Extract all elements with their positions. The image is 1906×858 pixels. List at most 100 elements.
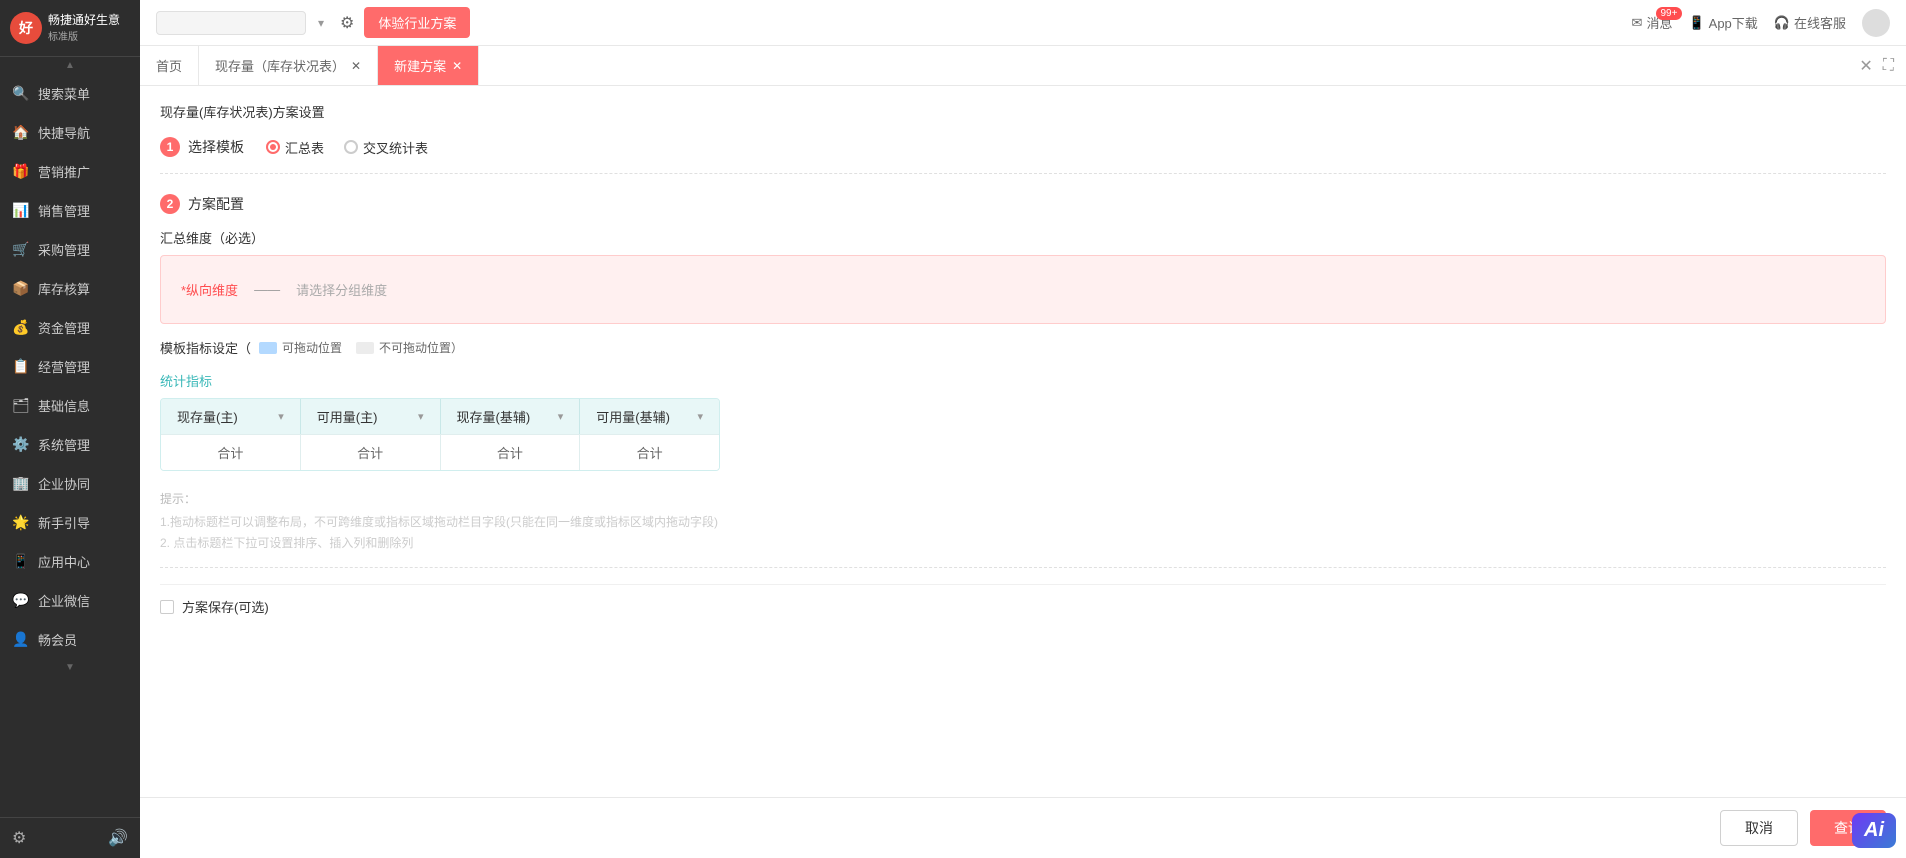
topbar-gear-icon[interactable]: ⚙ [340, 13, 354, 33]
sidebar: 好 畅捷通好生意 标准版 ▲ 🔍 搜索菜单 🏠 快捷导航 🎁 营销推广 📊 销售… [0, 0, 140, 858]
sidebar-item-inventory[interactable]: 📦 库存核算 [0, 269, 140, 308]
headset-icon: 🎧 [1774, 15, 1790, 31]
sidebar-item-marketing[interactable]: 🎁 营销推广 [0, 152, 140, 191]
dimension-required-label: *纵向维度 [181, 280, 238, 299]
dimension-section-label: 汇总维度（必选） [160, 228, 1886, 247]
dimension-placeholder: 请选择分组维度 [296, 280, 387, 299]
chart-icon: 📊 [12, 202, 30, 220]
app-download-button[interactable]: 📱 App下载 [1688, 13, 1757, 32]
sidebar-item-system[interactable]: ⚙️ 系统管理 [0, 425, 140, 464]
search-icon: 🔍 [12, 85, 30, 103]
tabbar-actions: ✕ ⛶ [1847, 46, 1906, 85]
col2-chevron-icon[interactable]: ▾ [558, 410, 564, 423]
settings-icon[interactable]: ⚙ [12, 828, 26, 848]
gift-icon: 🎁 [12, 163, 30, 181]
sidebar-scroll-up[interactable]: ▲ [0, 57, 140, 74]
topbar-right: ✉ 消息 99+ 📱 App下载 🎧 在线客服 [1632, 9, 1890, 37]
radio-summary[interactable]: 汇总表 [266, 138, 324, 157]
tab-home[interactable]: 首页 [140, 46, 199, 85]
box-icon: 📦 [12, 280, 30, 298]
step2-header: 2 方案配置 [160, 194, 1886, 214]
dimension-dash: —— [254, 282, 280, 297]
close-panel-icon[interactable]: ✕ [1859, 56, 1872, 76]
stats-col-0[interactable]: 现存量(主) ▾ [161, 399, 301, 434]
topbar-search-input[interactable] [156, 11, 306, 35]
sidebar-item-newguide[interactable]: 🌟 新手引导 [0, 503, 140, 542]
indicator-settings: 模板指标设定（ 可拖动位置 不可拖动位置） [160, 338, 1886, 357]
dimension-section: 汇总维度（必选） *纵向维度 —— 请选择分组维度 [160, 228, 1886, 324]
building-icon: 🏢 [12, 475, 30, 493]
save-option: 方案保存(可选) [160, 584, 1886, 628]
content-area: 现存量(库存状况表)方案设置 1 选择模板 汇总表 交叉统计表 [140, 86, 1906, 797]
step1-number: 1 [160, 137, 180, 157]
tips-title: 提示： [160, 490, 1886, 507]
tips-section: 提示： 1.拖动标题栏可以调整布局，不可跨维度或指标区域拖动栏目字段(只能在同一… [160, 490, 1886, 551]
tab-new-plan-close-icon[interactable]: ✕ [452, 59, 462, 73]
sidebar-item-enterprise[interactable]: 🏢 企业协同 [0, 464, 140, 503]
sound-icon[interactable]: 🔊 [108, 828, 128, 848]
step1-title: 选择模板 [188, 137, 244, 157]
stats-col-3[interactable]: 可用量(基辅) ▾ [580, 399, 719, 434]
dimension-box[interactable]: *纵向维度 —— 请选择分组维度 [160, 255, 1886, 324]
col3-chevron-icon[interactable]: ▾ [697, 410, 703, 423]
step1-section: 1 选择模板 汇总表 交叉统计表 [160, 137, 1886, 174]
app-logo: 好 畅捷通好生意 标准版 [0, 0, 140, 57]
stats-data-row: 合计 合计 合计 合计 [161, 434, 719, 470]
sidebar-item-business[interactable]: 📋 经营管理 [0, 347, 140, 386]
tab-inventory-close-icon[interactable]: ✕ [351, 59, 361, 73]
stats-cell-1: 合计 [301, 435, 441, 470]
save-label: 方案保存(可选) [182, 597, 269, 616]
sidebar-item-purchase[interactable]: 🛒 采购管理 [0, 230, 140, 269]
sidebar-scroll-down[interactable]: ▼ [0, 659, 140, 676]
cart-icon: 🛒 [12, 241, 30, 259]
stats-col-2[interactable]: 现存量(基辅) ▾ [441, 399, 581, 434]
stats-cell-0: 合计 [161, 435, 301, 470]
sidebar-item-finance[interactable]: 💰 资金管理 [0, 308, 140, 347]
radio-cross-dot [344, 140, 358, 154]
stats-header-row: 现存量(主) ▾ 可用量(主) ▾ 现存量(基辅) ▾ [161, 399, 719, 434]
sidebar-item-member[interactable]: 👤 畅会员 [0, 620, 140, 659]
stats-col-1[interactable]: 可用量(主) ▾ [301, 399, 441, 434]
expand-icon[interactable]: ⛶ [1883, 57, 1894, 75]
sidebar-item-quicknav[interactable]: 🏠 快捷导航 [0, 113, 140, 152]
radio-summary-dot [266, 140, 280, 154]
user-icon: 👤 [12, 631, 30, 649]
user-avatar[interactable] [1862, 9, 1890, 37]
sidebar-item-sales[interactable]: 📊 销售管理 [0, 191, 140, 230]
step1-header: 1 选择模板 汇总表 交叉统计表 [160, 137, 1886, 157]
step1-divider [160, 173, 1886, 174]
topbar-chevron-icon[interactable]: ▾ [318, 16, 324, 30]
home-icon: 🏠 [12, 124, 30, 142]
cancel-button[interactable]: 取消 [1720, 810, 1798, 846]
radio-cross[interactable]: 交叉统计表 [344, 138, 428, 157]
sidebar-item-basic[interactable]: 🗂 基础信息 [0, 386, 140, 425]
sidebar-bottom: ⚙ 🔊 [0, 817, 140, 858]
col1-chevron-icon[interactable]: ▾ [418, 410, 424, 423]
stats-cell-3: 合计 [580, 435, 719, 470]
trial-industry-button[interactable]: 体验行业方案 [364, 7, 470, 38]
stats-table: 现存量(主) ▾ 可用量(主) ▾ 现存量(基辅) ▾ [160, 398, 720, 471]
step2-section: 2 方案配置 汇总维度（必选） *纵向维度 —— 请选择分组维度 模板指标设定（ [160, 194, 1886, 628]
message-badge: 99+ [1656, 7, 1683, 20]
ai-badge[interactable]: Ai [1852, 813, 1896, 848]
online-service-button[interactable]: 🎧 在线客服 [1774, 13, 1846, 32]
stats-label: 统计指标 [160, 371, 1886, 390]
step2-divider [160, 567, 1886, 568]
sidebar-item-wechat[interactable]: 💬 企业微信 [0, 581, 140, 620]
phone-icon: 📱 [1688, 15, 1704, 31]
sidebar-item-appcenter[interactable]: 📱 应用中心 [0, 542, 140, 581]
footer: 取消 查询 [140, 797, 1906, 858]
sidebar-item-search[interactable]: 🔍 搜索菜单 [0, 74, 140, 113]
legend-draggable: 可拖动位置 [259, 339, 342, 356]
tab-inventory-status[interactable]: 现存量（库存状况表） ✕ [199, 46, 378, 85]
chat-icon: 💬 [12, 592, 30, 610]
tabbar: 首页 现存量（库存状况表） ✕ 新建方案 ✕ ✕ ⛶ [140, 46, 1906, 86]
message-button[interactable]: ✉ 消息 99+ [1632, 13, 1673, 32]
tip-item-1: 2. 点击标题栏下拉可设置排序、插入列和删除列 [160, 534, 1886, 551]
save-checkbox[interactable] [160, 600, 174, 614]
fixed-color-box [356, 342, 374, 354]
col0-chevron-icon[interactable]: ▾ [278, 410, 284, 423]
content-inner: 现存量(库存状况表)方案设置 1 选择模板 汇总表 交叉统计表 [140, 86, 1906, 797]
tab-new-plan[interactable]: 新建方案 ✕ [378, 46, 479, 85]
step2-number: 2 [160, 194, 180, 214]
